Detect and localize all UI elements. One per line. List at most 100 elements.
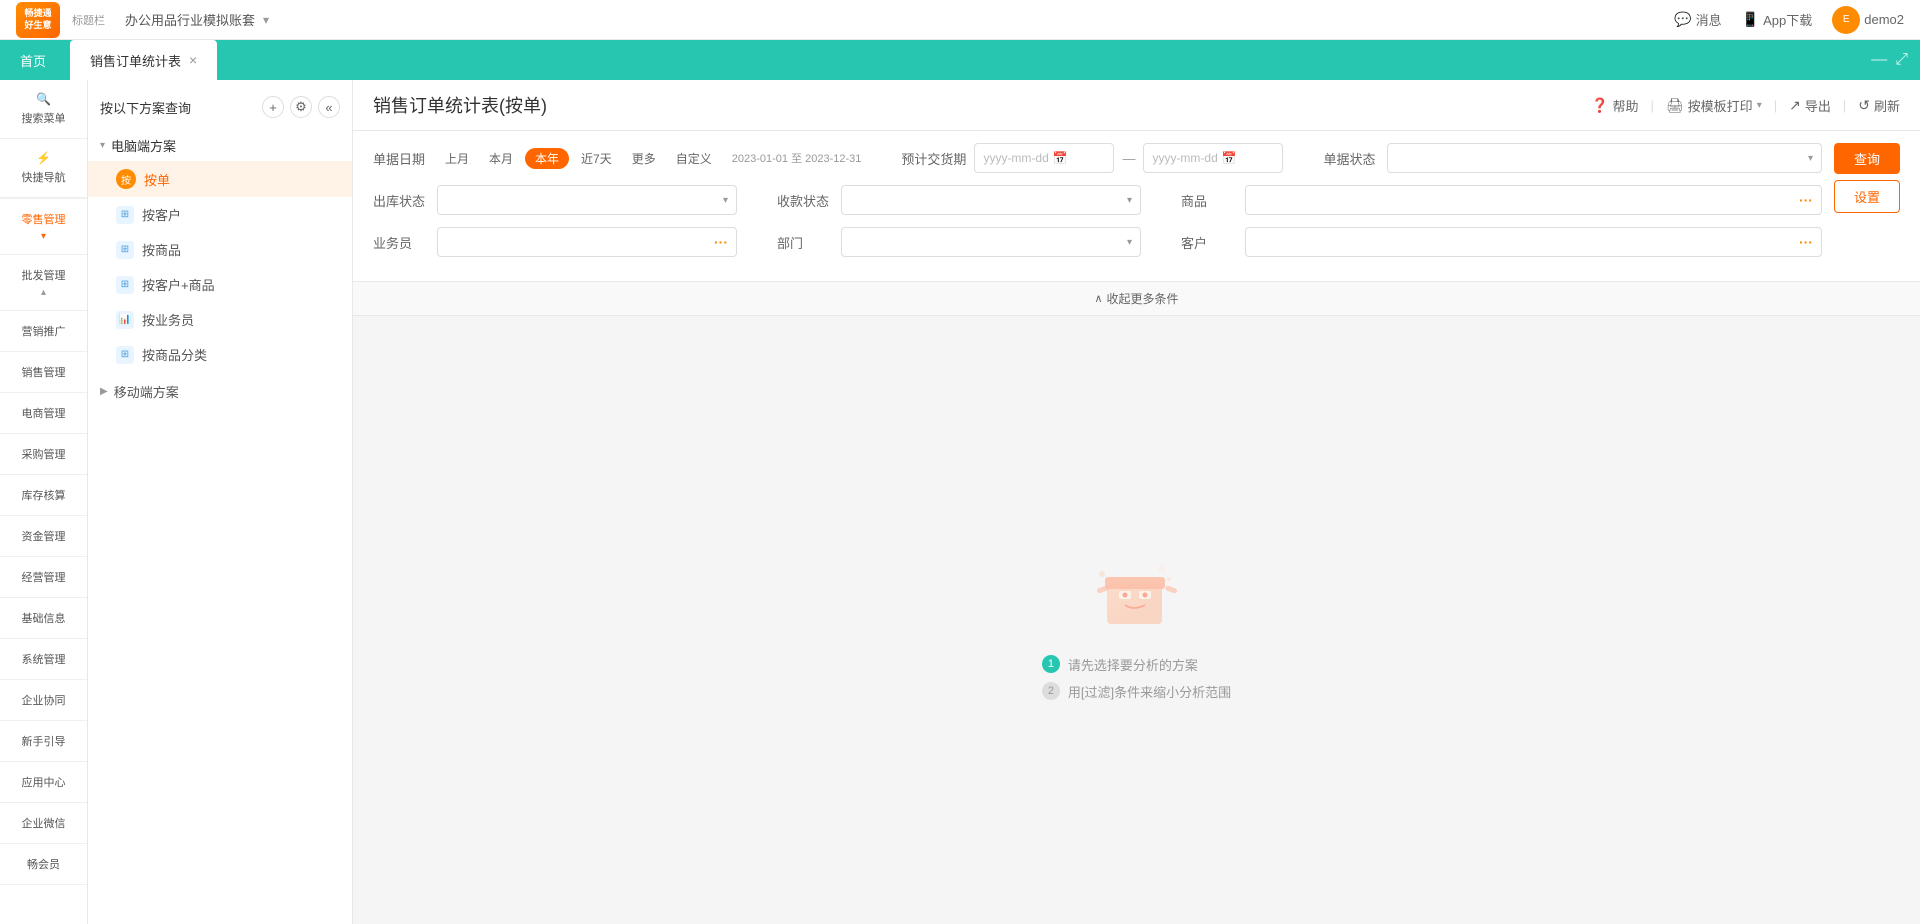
delivery-status-arrow: ▾ [723,195,728,206]
query-btn[interactable]: 查询 [1834,143,1900,174]
sidebar-item-ecommerce[interactable]: 电商管理 [0,393,87,434]
quicknav-icon: ⚡ [36,151,51,165]
sidebar-item-member[interactable]: 畅会员 [0,844,87,885]
sidebar-item-purchase[interactable]: 采购管理 [0,434,87,475]
scheme-by-customer-icon: ⊞ [116,206,134,224]
page-header: 销售订单统计表(按单) ❓ 帮助 | 🖨 按模板打印 ▾ | [353,80,1920,131]
product-input[interactable]: ··· [1245,185,1822,215]
sidebar-item-search[interactable]: 🔍 搜索菜单 [0,80,87,139]
scheme-by-product-icon: ⊞ [116,241,134,259]
scheme-group-arrow: ▾ [100,140,105,151]
content-area: 按以下方案查询 + ⚙ « ▾ 电脑端方案 按 按单 ⊞ 按客户 [88,80,1920,924]
right-actions: 查询 设置 [1834,143,1900,213]
scheme-item-by-category[interactable]: ⊞ 按商品分类 [88,337,352,372]
date-btn-custom[interactable]: 自定义 [668,148,720,169]
payment-status-arrow: ▾ [1127,195,1132,206]
bill-status-select[interactable]: ▾ [1387,143,1822,173]
filter-row-3: 业务员 ··· 部门 ▾ [373,227,1822,257]
sidebar-item-quicknav[interactable]: ⚡ 快捷导航 [0,139,87,198]
scheme-item-by-product[interactable]: ⊞ 按商品 [88,232,352,267]
app-download-btn[interactable]: 📱 App下载 [1742,10,1813,29]
payment-status-select[interactable]: ▾ [841,185,1141,215]
salesperson-input[interactable]: ··· [437,227,737,257]
tab-close-btn[interactable]: × [189,52,197,68]
app-subtitle: 标题栏 [72,12,105,28]
scheme-collapse-btn[interactable]: « [318,96,340,118]
settings-btn[interactable]: 设置 [1834,180,1900,213]
scheme-item-by-salesperson[interactable]: 📊 按业务员 [88,302,352,337]
page-title: 销售订单统计表(按单) [373,92,547,118]
tab-maximize-btn[interactable]: ⤢ [1895,51,1908,69]
scheme-item-by-order[interactable]: 按 按单 [88,161,352,197]
date-btn-7days[interactable]: 近7天 [573,148,620,169]
scheme-settings-btn[interactable]: ⚙ [290,96,312,118]
bill-status-label: 单据状态 [1323,149,1379,168]
department-arrow: ▾ [1127,237,1132,248]
filter-row-2: 出库状态 ▾ 收款状态 ▾ [373,185,1822,215]
tab-sales-order-stats[interactable]: 销售订单统计表 × [70,40,217,80]
sidebar-item-inventory[interactable]: 库存核算 [0,475,87,516]
collapse-icon: ∧ [1094,292,1102,305]
date-btn-this-year[interactable]: 本年 [525,148,569,169]
sidebar-item-newbie[interactable]: 新手引导 [0,721,87,762]
date-btn-last-month[interactable]: 上月 [437,148,477,169]
product-label: 商品 [1181,191,1237,210]
filter-cell-date: 单据日期 上月 本月 本年 近7天 更多 自定义 2023-01-01 至 20… [373,148,861,169]
message-btn[interactable]: 💬 消息 [1674,10,1721,29]
collapse-row[interactable]: ∧ 收起更多条件 [353,282,1920,316]
sidebar-item-system[interactable]: 系统管理 [0,639,87,680]
customer-dots: ··· [1799,234,1813,250]
help-icon: ❓ [1591,97,1608,114]
print-icon: 🖨 [1666,97,1684,114]
user-profile[interactable]: E demo2 [1832,6,1904,34]
refresh-btn[interactable]: ↺ 刷新 [1858,96,1900,115]
hint-num-2: 2 [1042,682,1060,700]
expected-date-to[interactable]: yyyy-mm-dd 📅 [1143,143,1283,173]
sidebar-item-marketing[interactable]: 营销推广 [0,311,87,352]
sidebar-item-operations[interactable]: 经营管理 [0,557,87,598]
export-btn[interactable]: ↗ 导出 [1789,96,1831,115]
sidebar-item-sales[interactable]: 销售管理 [0,352,87,393]
date-to-placeholder: yyyy-mm-dd [1152,151,1217,165]
date-btn-this-month[interactable]: 本月 [481,148,521,169]
product-dots: ··· [1799,192,1813,208]
tab-home[interactable]: 首页 [0,40,66,80]
filter-cell-expected-date: 预计交货期 yyyy-mm-dd 📅 — yyyy-mm-dd 📅 [901,143,1283,173]
sidebar-item-appstore[interactable]: 应用中心 [0,762,87,803]
sidebar-item-wechat[interactable]: 企业微信 [0,803,87,844]
mobile-scheme-group[interactable]: ▶ 移动端方案 [88,376,352,407]
sidebar-item-basic[interactable]: 基础信息 [0,598,87,639]
sidebar-item-retail[interactable]: 零售管理 ▾ [0,199,87,255]
salesperson-label: 业务员 [373,233,429,252]
message-icon: 💬 [1674,11,1691,28]
logo-text: 畅捷通 好生意 [24,8,51,31]
print-btn[interactable]: 🖨 按模板打印 ▾ [1666,96,1762,115]
date-range-hint: 2023-01-01 至 2023-12-31 [732,150,862,166]
scheme-by-order-icon: 按 [116,169,136,189]
delivery-status-select[interactable]: ▾ [437,185,737,215]
expected-date-from[interactable]: yyyy-mm-dd 📅 [974,143,1114,173]
sidebar-item-wholesale[interactable]: 批发管理 ▴ [0,255,87,311]
scheme-item-by-customer[interactable]: ⊞ 按客户 [88,197,352,232]
scheme-panel-actions: + ⚙ « [262,96,340,118]
sidebar-item-finance[interactable]: 资金管理 [0,516,87,557]
help-btn[interactable]: ❓ 帮助 [1591,96,1638,115]
empty-state: 1 请先选择要分析的方案 2 用[过滤]条件来缩小分析范围 [353,316,1920,924]
empty-state-icon [1087,539,1187,639]
top-title-dropdown[interactable]: ▾ [263,13,269,27]
page-header-actions: ❓ 帮助 | 🖨 按模板打印 ▾ | ↗ 导出 [1591,96,1900,115]
sidebar-item-enterprise[interactable]: 企业协同 [0,680,87,721]
delivery-status-label: 出库状态 [373,191,429,210]
scheme-item-by-cust-prod[interactable]: ⊞ 按客户+商品 [88,267,352,302]
scheme-group-desktop-header[interactable]: ▾ 电脑端方案 [88,130,352,161]
filter-row-1: 单据日期 上月 本月 本年 近7天 更多 自定义 2023-01-01 至 20… [373,143,1822,173]
tab-minimize-btn[interactable]: — [1871,51,1887,69]
logo: 畅捷通 好生意 [16,2,60,38]
scheme-add-btn[interactable]: + [262,96,284,118]
app-top-title: 办公用品行业模拟账套 [125,10,255,29]
collapse-label: ∧ 收起更多条件 [1094,290,1178,307]
hint-num-1: 1 [1042,655,1060,673]
date-btn-more[interactable]: 更多 [624,148,664,169]
department-select[interactable]: ▾ [841,227,1141,257]
customer-input[interactable]: ··· [1245,227,1822,257]
